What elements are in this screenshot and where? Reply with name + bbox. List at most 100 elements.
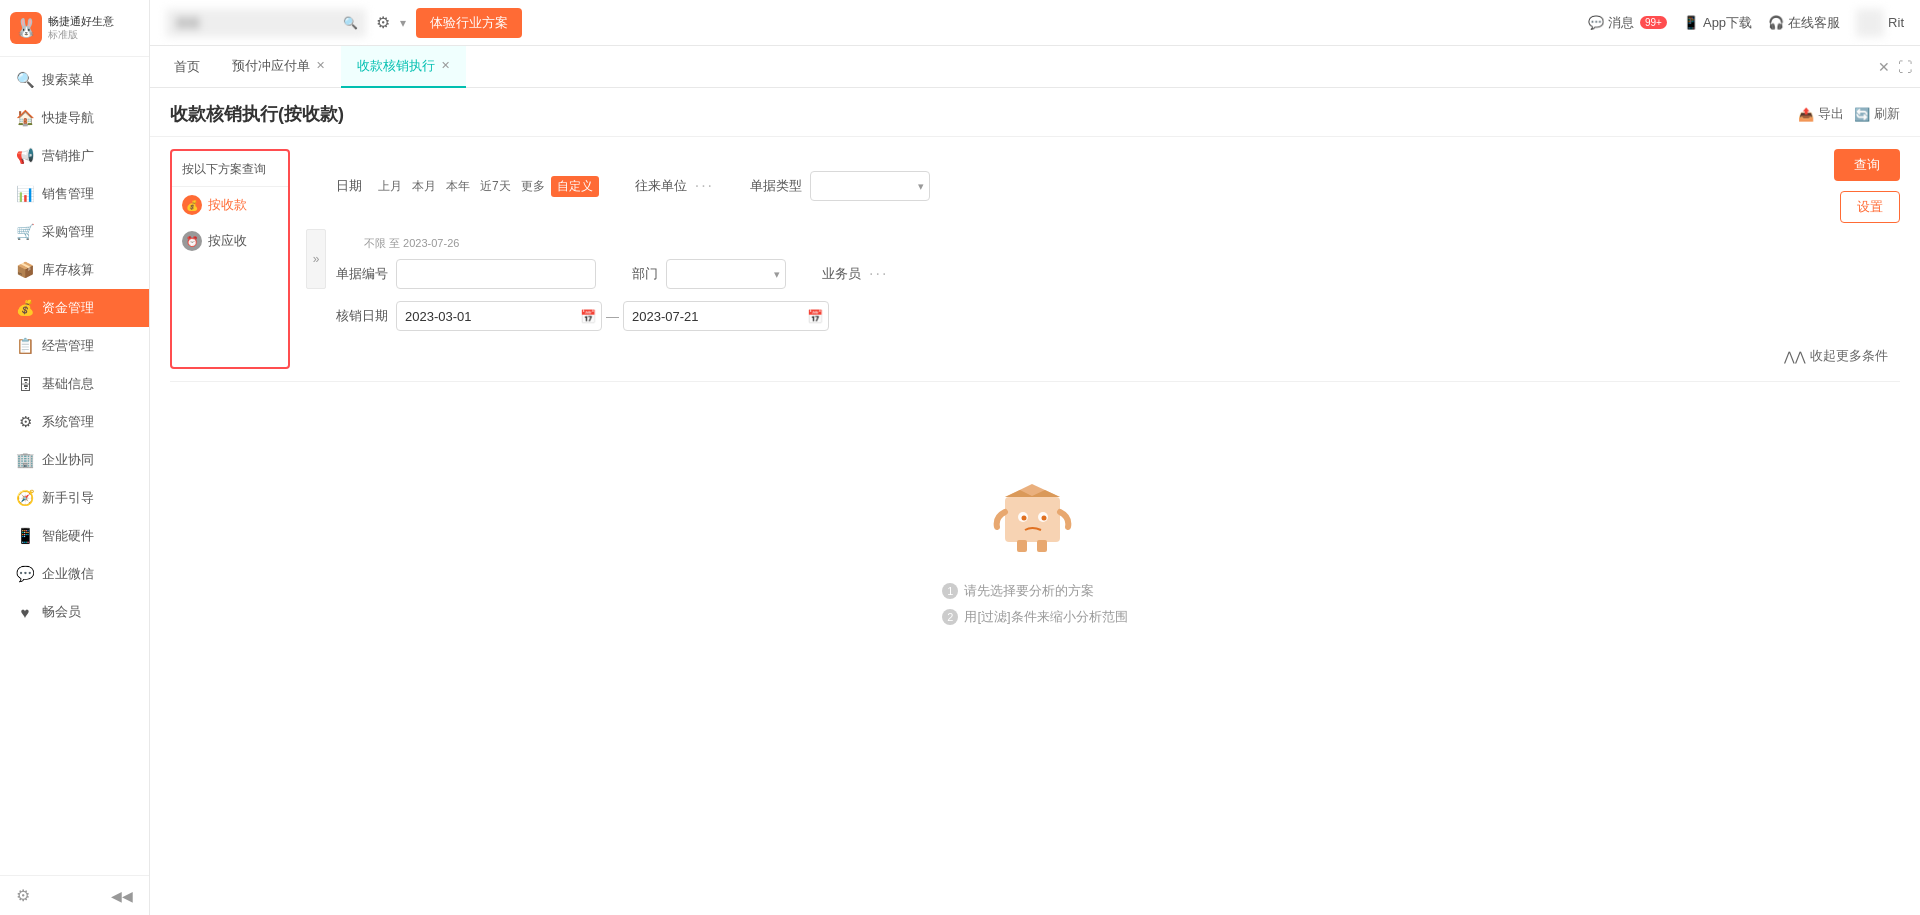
sidebar-item-vip[interactable]: ♥ 畅会员 [0,593,149,631]
date-shortcut-this-year[interactable]: 本年 [442,176,474,197]
bill-num-label: 单据编号 [336,265,388,283]
receipt-option-label: 按收款 [208,196,247,214]
sidebar-item-basic[interactable]: 🗄 基础信息 [0,365,149,403]
megaphone-icon: 📢 [16,147,34,165]
empty-state: 1 请先选择要分析的方案 2 用[过滤]条件来缩小分析范围 [150,382,1920,710]
bill-type-label: 单据类型 [750,177,802,195]
topbar-search-input[interactable] [166,9,366,37]
date-shortcut-more[interactable]: 更多 [517,176,549,197]
message-label: 消息 [1608,14,1634,32]
sidebar-item-label: 资金管理 [42,299,94,317]
filter-form: 日期 上月 本月 本年 近7天 更多 自定义 [336,137,1900,381]
tab-expand-icon[interactable]: ⛶ [1898,59,1912,75]
service-icon: 🎧 [1768,15,1784,30]
topbar-gear-icon[interactable]: ⚙ [376,13,390,32]
topbar: 🔍 ⚙ ▾ 体验行业方案 💬 消息 99+ 📱 App下载 🎧 在线客服 Ri [150,0,1920,46]
verify-date-end-input[interactable] [623,301,829,331]
sidebar-item-quick-nav[interactable]: 🏠 快捷导航 [0,99,149,137]
query-actions: 查询 设置 [1834,149,1900,223]
app-download-button[interactable]: 📱 App下载 [1683,14,1752,32]
svg-rect-6 [1037,540,1047,552]
message-badge: 99+ [1640,16,1667,29]
sidebar-item-label: 快捷导航 [42,109,94,127]
query-button[interactable]: 查询 [1834,149,1900,181]
date-unlimited-text: 不限 至 2023-07-26 [364,235,1900,251]
sidebar-item-search-menu[interactable]: 🔍 搜索菜单 [0,61,149,99]
sidebar-settings-icon[interactable]: ⚙ [16,886,30,905]
counterpart-more-icon[interactable]: ··· [695,177,714,195]
tab-home-label: 首页 [174,58,200,76]
refresh-button[interactable]: 🔄 刷新 [1854,105,1900,123]
sidebar-item-marketing[interactable]: 📢 营销推广 [0,137,149,175]
bill-type-select[interactable] [810,171,930,201]
sidebar-item-wechat[interactable]: 💬 企业微信 [0,555,149,593]
receivable-option-label: 按应收 [208,232,247,250]
tip-1-num: 1 [942,583,958,599]
empty-illustration [985,462,1085,562]
filter-row-2: 单据编号 部门 ▾ [336,259,1900,289]
verify-date-start-calendar-icon[interactable]: 📅 [580,309,596,324]
date-shortcut-7days[interactable]: 近7天 [476,176,515,197]
message-button[interactable]: 💬 消息 99+ [1588,14,1667,32]
date-shortcut-last-month[interactable]: 上月 [374,176,406,197]
tab-prepay-close-icon[interactable]: ✕ [316,59,325,72]
sidebar-item-system[interactable]: ⚙ 系统管理 [0,403,149,441]
panel-collapse-button[interactable]: » [306,229,326,289]
sidebar-bottom: ⚙ ◀◀ [0,875,149,915]
sidebar-item-label: 企业微信 [42,565,94,583]
sales-icon: 📊 [16,185,34,203]
tab-receipt-verify-close-icon[interactable]: ✕ [441,59,450,72]
refresh-icon: 🔄 [1854,107,1870,122]
sidebar-item-finance[interactable]: 💰 资金管理 [0,289,149,327]
sidebar-item-inventory[interactable]: 📦 库存核算 [0,251,149,289]
date-shortcut-custom[interactable]: 自定义 [551,176,599,197]
solution-button[interactable]: 体验行业方案 [416,8,522,38]
phone-icon: 📱 [1683,15,1699,30]
user-avatar [1856,9,1884,37]
sidebar-item-label: 畅会员 [42,603,81,621]
sidebar-item-business[interactable]: 📋 经营管理 [0,327,149,365]
filter-row-1: 日期 上月 本月 本年 近7天 更多 自定义 [336,149,1900,223]
verify-date-start-wrap: 📅 [396,301,602,331]
collapse-more-button[interactable]: ⋀⋀ 收起更多条件 [1772,343,1900,369]
page-wrapper: 收款核销执行(按收款) 📤 导出 🔄 刷新 按以下方案查询 [150,88,1920,915]
topbar-dropdown-icon[interactable]: ▾ [400,16,406,30]
filter-option-by-receipt[interactable]: 💰 按收款 [172,187,288,223]
tab-home[interactable]: 首页 [158,46,216,88]
verify-date-end-calendar-icon[interactable]: 📅 [807,309,823,324]
filter-option-by-receivable[interactable]: ⏰ 按应收 [172,223,288,259]
date-label: 日期 [336,177,362,195]
collapse-more-label: 收起更多条件 [1810,347,1888,365]
online-service-label: 在线客服 [1788,14,1840,32]
export-label: 导出 [1818,105,1844,123]
verify-date-label: 核销日期 [336,307,388,325]
verify-date-end-wrap: 📅 [623,301,829,331]
sidebar-collapse-icon[interactable]: ◀◀ [111,888,133,904]
topbar-right: 💬 消息 99+ 📱 App下载 🎧 在线客服 Rit [1588,9,1904,37]
user-profile[interactable]: Rit [1856,9,1904,37]
tabbar-actions: ✕ ⛶ [1878,59,1912,75]
sidebar-item-enterprise[interactable]: 🏢 企业协同 [0,441,149,479]
sidebar-item-label: 采购管理 [42,223,94,241]
sidebar-item-purchase[interactable]: 🛒 采购管理 [0,213,149,251]
tab-prepay[interactable]: 预付冲应付单 ✕ [216,46,341,88]
filter-settings-button[interactable]: 设置 [1840,191,1900,223]
wechat-icon: 💬 [16,565,34,583]
hardware-icon: 📱 [16,527,34,545]
sidebar-item-guide[interactable]: 🧭 新手引导 [0,479,149,517]
dept-select[interactable] [666,259,786,289]
online-service-button[interactable]: 🎧 在线客服 [1768,14,1840,32]
sidebar-item-sales[interactable]: 📊 销售管理 [0,175,149,213]
tab-receipt-verify[interactable]: 收款核销执行 ✕ [341,46,466,88]
staff-more-icon[interactable]: ··· [869,265,888,283]
filter-dept-item: 部门 ▾ [632,259,786,289]
date-shortcut-this-month[interactable]: 本月 [408,176,440,197]
sidebar-item-label: 经营管理 [42,337,94,355]
tab-close-all-icon[interactable]: ✕ [1878,59,1890,75]
verify-date-start-input[interactable] [396,301,602,331]
sidebar-item-hardware[interactable]: 📱 智能硬件 [0,517,149,555]
business-icon: 📋 [16,337,34,355]
logo-icon: 🐰 [10,12,42,44]
export-button[interactable]: 📤 导出 [1798,105,1844,123]
bill-num-input[interactable] [396,259,596,289]
